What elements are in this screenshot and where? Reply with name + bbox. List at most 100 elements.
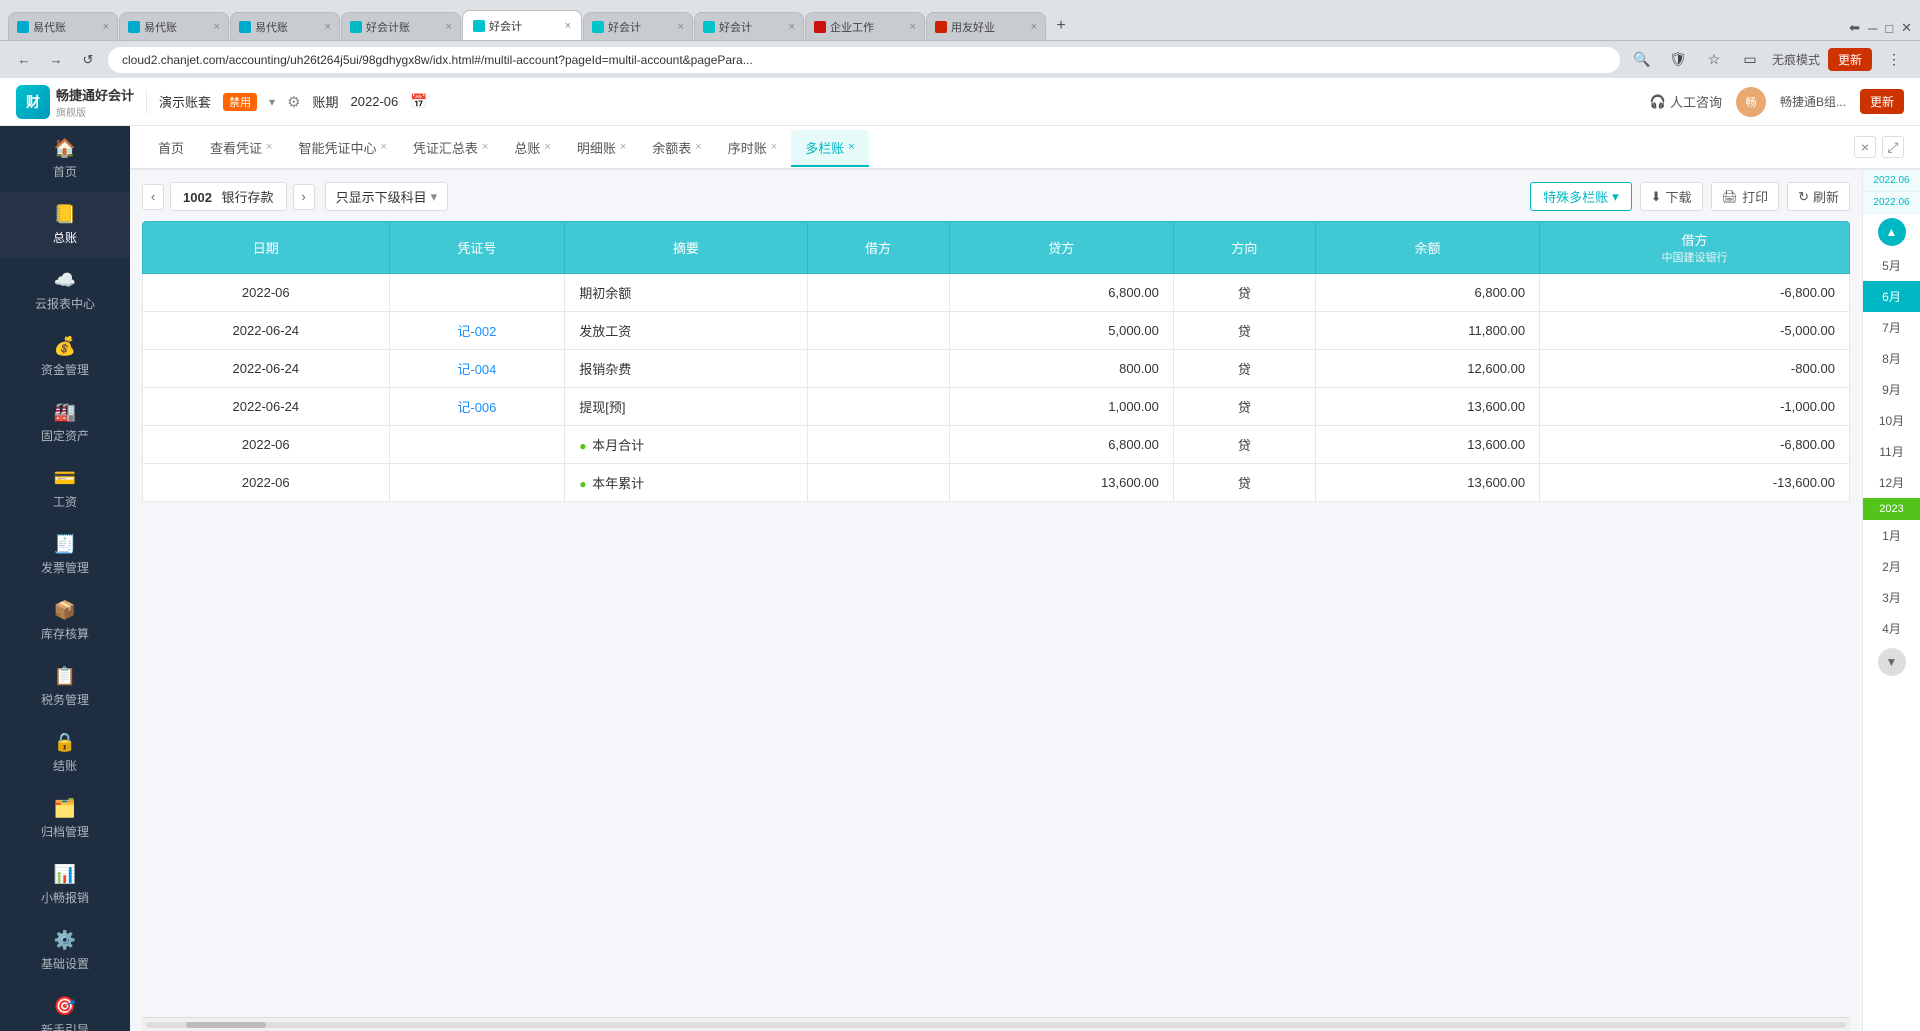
- sidebar-item-salary[interactable]: 💳 工资: [0, 456, 130, 522]
- horizontal-scrollbar[interactable]: [142, 1017, 1850, 1031]
- browser-tab-5[interactable]: 好会计 ×: [462, 10, 582, 40]
- tab-detail-ledger-close[interactable]: ×: [620, 141, 626, 153]
- month-6-active[interactable]: 6月: [1863, 281, 1920, 312]
- year-2023-badge[interactable]: 2023: [1863, 498, 1920, 520]
- address-input[interactable]: [108, 47, 1620, 73]
- reload-button[interactable]: ↺: [76, 48, 100, 72]
- sidebar-item-cloud-reports[interactable]: ☁️ 云报表中心: [0, 258, 130, 324]
- tab-multi-column[interactable]: 多栏账 ×: [791, 130, 868, 167]
- update-app-button[interactable]: 更新: [1860, 89, 1904, 114]
- tab-journal[interactable]: 序时账 ×: [716, 130, 789, 167]
- minimize-button[interactable]: ─: [1868, 21, 1877, 36]
- voucher-link-3[interactable]: 记-006: [457, 400, 496, 415]
- browser-tab-6[interactable]: 好会计 ×: [583, 12, 693, 40]
- forward-button[interactable]: →: [44, 48, 68, 72]
- browser-tab-8[interactable]: 企业工作 ×: [805, 12, 925, 40]
- tab-smart-voucher[interactable]: 智能凭证中心 ×: [286, 130, 398, 167]
- sidebar-item-general-ledger[interactable]: 📒 总账: [0, 192, 130, 258]
- tab-5-close[interactable]: ×: [565, 20, 571, 32]
- tab-home[interactable]: 首页: [146, 130, 196, 167]
- cell-voucher-2[interactable]: 记-004: [389, 350, 565, 388]
- month-3[interactable]: 3月: [1863, 582, 1920, 613]
- sidebar-item-fixed-assets[interactable]: 🏭 固定资产: [0, 390, 130, 456]
- voucher-link-2[interactable]: 记-004: [457, 362, 496, 377]
- bookmark-icon[interactable]: ☆: [1700, 46, 1728, 74]
- sidebar-item-inventory[interactable]: 📦 库存核算: [0, 588, 130, 654]
- next-account-button[interactable]: ›: [293, 184, 315, 210]
- account-selector[interactable]: 1002 银行存款: [170, 182, 287, 211]
- tab-1-close[interactable]: ×: [103, 21, 109, 33]
- tab-7-close[interactable]: ×: [789, 21, 795, 33]
- tab-smart-voucher-close[interactable]: ×: [380, 141, 386, 153]
- filter-dropdown[interactable]: 只显示下级科目 ▾: [325, 182, 449, 211]
- month-2[interactable]: 2月: [1863, 551, 1920, 582]
- month-8[interactable]: 8月: [1863, 343, 1920, 374]
- search-icon[interactable]: 🔍: [1628, 46, 1656, 74]
- special-multi-column-button[interactable]: 特殊多栏账 ▾: [1530, 182, 1632, 211]
- sidebar-item-home[interactable]: 🏠 首页: [0, 126, 130, 192]
- new-tab-button[interactable]: +: [1047, 12, 1075, 40]
- browser-tab-9[interactable]: 用友好业 ×: [926, 12, 1046, 40]
- window-icon[interactable]: ▭: [1736, 46, 1764, 74]
- tab-voucher-summary[interactable]: 凭证汇总表 ×: [401, 130, 500, 167]
- month-4[interactable]: 4月: [1863, 613, 1920, 644]
- month-9[interactable]: 9月: [1863, 374, 1920, 405]
- update-button[interactable]: 更新: [1828, 48, 1872, 71]
- browser-tab-4[interactable]: 好会计账 ×: [341, 12, 461, 40]
- browser-tab-2[interactable]: 易代账 ×: [119, 12, 229, 40]
- month-7[interactable]: 7月: [1863, 312, 1920, 343]
- tab-9-close[interactable]: ×: [1031, 21, 1037, 33]
- maximize-button[interactable]: □: [1885, 21, 1893, 36]
- consult-button[interactable]: 🎧 人工咨询: [1650, 92, 1722, 111]
- back-button[interactable]: ←: [12, 48, 36, 72]
- tab-detail-ledger[interactable]: 明细账 ×: [565, 130, 638, 167]
- tab-balance-table-close[interactable]: ×: [695, 141, 701, 153]
- tabs-left-icon[interactable]: ⬅: [1849, 20, 1860, 36]
- sidebar-item-fund-mgmt[interactable]: 💰 资金管理: [0, 324, 130, 390]
- tab-6-close[interactable]: ×: [678, 21, 684, 33]
- scroll-up-button[interactable]: ▲: [1878, 218, 1906, 246]
- tab-2-close[interactable]: ×: [214, 21, 220, 33]
- month-11[interactable]: 11月: [1863, 436, 1920, 467]
- browser-tab-1[interactable]: 易代账 ×: [8, 12, 118, 40]
- tab-view-voucher[interactable]: 查看凭证 ×: [198, 130, 284, 167]
- sidebar-item-settings[interactable]: ⚙️ 基础设置: [0, 918, 130, 984]
- tab-general-ledger[interactable]: 总账 ×: [502, 130, 562, 167]
- disable-tag[interactable]: 禁用: [223, 93, 257, 111]
- user-avatar[interactable]: 畅: [1736, 87, 1766, 117]
- sidebar-item-invoice[interactable]: 🧾 发票管理: [0, 522, 130, 588]
- voucher-link-1[interactable]: 记-002: [457, 324, 496, 339]
- sidebar-item-tax[interactable]: 📋 税务管理: [0, 654, 130, 720]
- tab-3-close[interactable]: ×: [325, 21, 331, 33]
- panel-collapse-button[interactable]: ×: [1854, 136, 1876, 158]
- month-12[interactable]: 12月: [1863, 467, 1920, 498]
- sidebar-item-close-account[interactable]: 🔒 结账: [0, 720, 130, 786]
- chevron-down-icon[interactable]: ▾: [269, 95, 275, 109]
- cell-voucher-1[interactable]: 记-002: [389, 312, 565, 350]
- prev-account-button[interactable]: ‹: [142, 184, 164, 210]
- tab-view-voucher-close[interactable]: ×: [266, 141, 272, 153]
- scroll-down-button[interactable]: ▼: [1878, 648, 1906, 676]
- month-5[interactable]: 5月: [1863, 250, 1920, 281]
- tab-4-close[interactable]: ×: [446, 21, 452, 33]
- window-close-button[interactable]: ✕: [1901, 20, 1912, 36]
- print-button[interactable]: 🖨 打印: [1711, 182, 1780, 211]
- tab-8-close[interactable]: ×: [910, 21, 916, 33]
- cell-voucher-3[interactable]: 记-006: [389, 388, 565, 426]
- sidebar-item-guide[interactable]: 🎯 新手引导: [0, 984, 130, 1031]
- browser-tab-7[interactable]: 好会计 ×: [694, 12, 804, 40]
- calendar-icon[interactable]: 📅: [410, 93, 427, 110]
- settings-icon[interactable]: ⚙: [287, 93, 300, 111]
- sidebar-item-archive[interactable]: 🗂️ 归档管理: [0, 786, 130, 852]
- month-10[interactable]: 10月: [1863, 405, 1920, 436]
- tab-balance-table[interactable]: 余额表 ×: [640, 130, 713, 167]
- tab-general-ledger-close[interactable]: ×: [544, 141, 550, 153]
- month-1[interactable]: 1月: [1863, 520, 1920, 551]
- panel-expand-button[interactable]: ⤢: [1882, 136, 1904, 158]
- tab-voucher-summary-close[interactable]: ×: [482, 141, 488, 153]
- sidebar-item-expense[interactable]: 📊 小畅报销: [0, 852, 130, 918]
- browser-tab-3[interactable]: 易代账 ×: [230, 12, 340, 40]
- download-button[interactable]: ⬇ 下载: [1640, 182, 1703, 211]
- refresh-button[interactable]: ↻ 刷新: [1787, 182, 1850, 211]
- tab-multi-column-close[interactable]: ×: [848, 141, 854, 153]
